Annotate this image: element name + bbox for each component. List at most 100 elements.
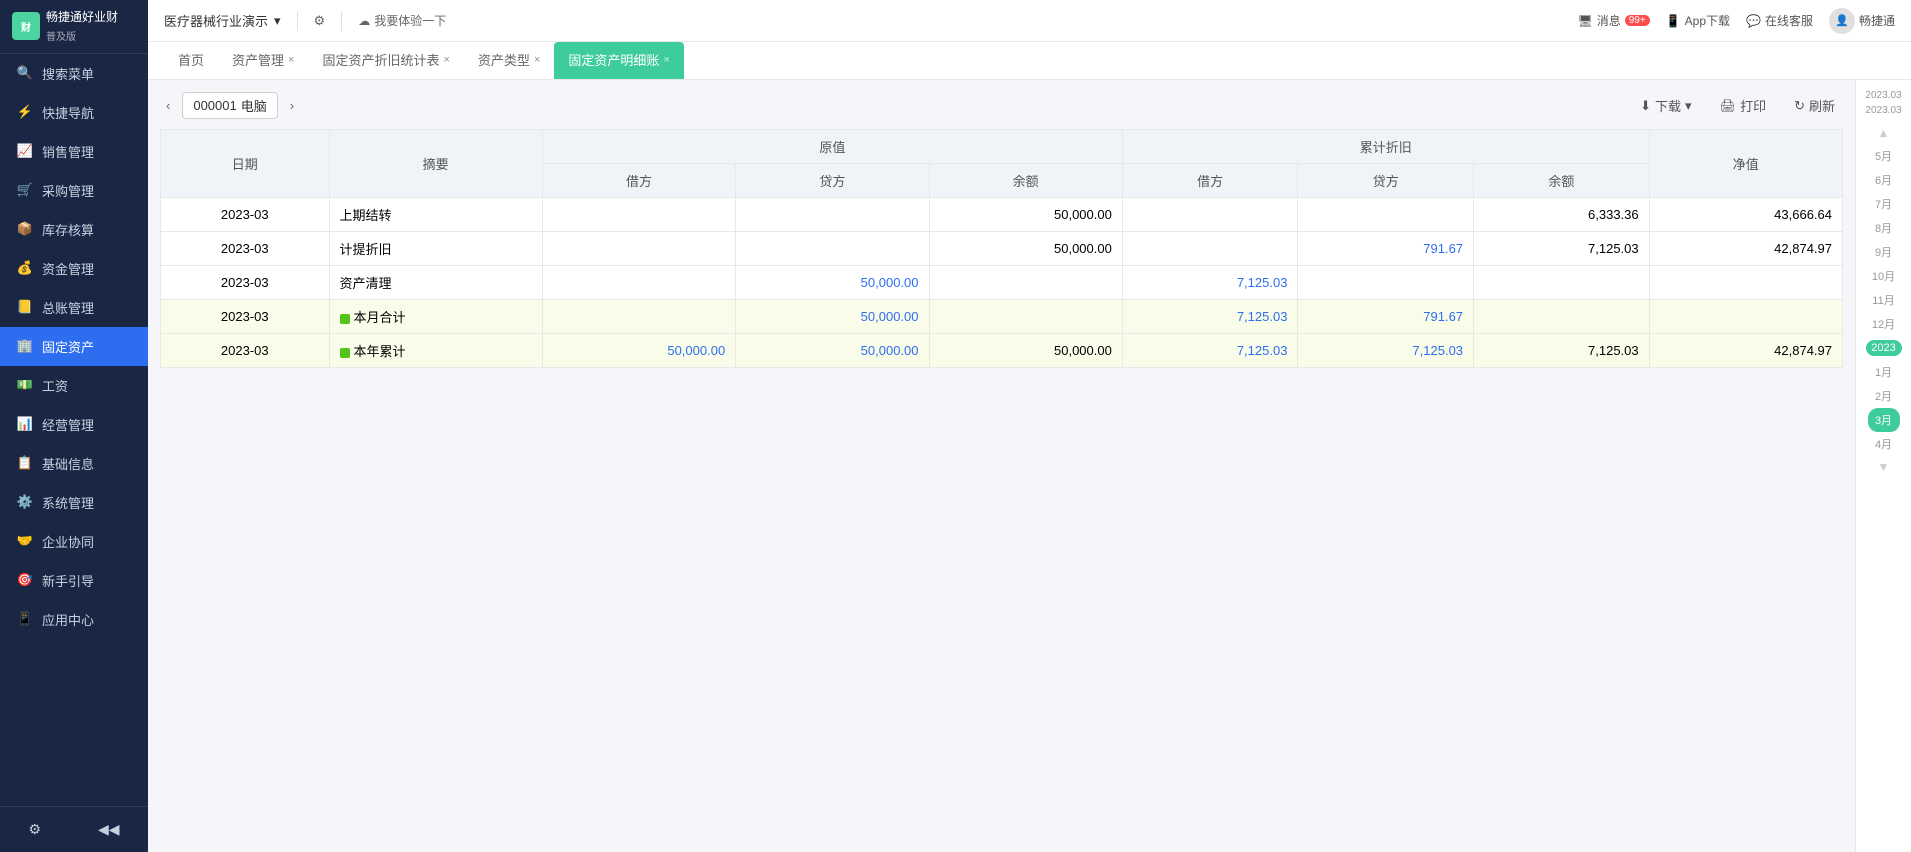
app-logo: 财 畅捷通好业财 普及版 — [0, 0, 148, 54]
cell-date: 2023-03 — [161, 300, 330, 334]
timeline-month[interactable]: 1月 — [1868, 360, 1900, 384]
timeline-month[interactable]: 10月 — [1872, 264, 1895, 288]
sidebar-label-system: 系统管理 — [42, 493, 94, 512]
timeline-month[interactable]: 12月 — [1872, 312, 1895, 336]
sidebar-item-finance[interactable]: 💰资金管理 — [0, 249, 148, 288]
cell-accum-debit — [1122, 198, 1298, 232]
summary-dot — [340, 314, 350, 324]
system-icon: ⚙️ — [16, 493, 34, 511]
settings-button[interactable]: ⚙ — [314, 13, 326, 29]
refresh-button[interactable]: ↻ 刷新 — [1786, 92, 1843, 119]
sidebar-item-purchase[interactable]: 🛒采购管理 — [0, 171, 148, 210]
cell-accum-debit: 7,125.03 — [1122, 334, 1298, 368]
sidebar-item-payroll[interactable]: 💵工资 — [0, 366, 148, 405]
tab-depreciation-close[interactable]: × — [443, 54, 449, 66]
tab-asset-type[interactable]: 资产类型 × — [464, 42, 554, 79]
sidebar-item-operations[interactable]: 📊经营管理 — [0, 405, 148, 444]
message-icon: 🖥 — [1577, 14, 1592, 28]
timeline-month[interactable]: 2月 — [1868, 384, 1900, 408]
sidebar-item-guide[interactable]: 🎯 新手引导 — [0, 561, 148, 600]
search-icon: 🔍 — [16, 64, 34, 82]
guide-icon: 🎯 — [16, 571, 34, 589]
ledger-icon: 📒 — [16, 298, 34, 316]
table-area: ‹ 000001 电脑 › ⬇ 下载 ▾ — [148, 80, 1855, 852]
sidebar: 财 畅捷通好业财 普及版 🔍搜索菜单⚡快捷导航📈销售管理🛒采购管理📦库存核算💰资… — [0, 0, 148, 852]
sidebar-label-operations: 经营管理 — [42, 415, 94, 434]
sidebar-item-inventory[interactable]: 📦库存核算 — [0, 210, 148, 249]
settings-icon[interactable]: ⚙ — [22, 815, 47, 844]
company-name: 医疗器械行业演示 — [164, 11, 268, 30]
timeline-month[interactable]: 4月 — [1868, 432, 1900, 456]
cell-orig-balance: 50,000.00 — [929, 198, 1122, 232]
sidebar-item-system[interactable]: ⚙️ 系统管理 — [0, 483, 148, 522]
tab-depreciation-stat[interactable]: 固定资产折旧统计表 × — [308, 42, 463, 79]
app-download-button[interactable]: 📱 App下载 — [1666, 12, 1730, 29]
online-service-label: 在线客服 — [1765, 12, 1813, 29]
tab-asset-mgmt-close[interactable]: × — [288, 54, 294, 66]
refresh-icon: ↻ — [1794, 98, 1805, 114]
sidebar-item-quick-nav[interactable]: ⚡快捷导航 — [0, 93, 148, 132]
cell-date: 2023-03 — [161, 266, 330, 300]
sidebar-label-sales: 销售管理 — [42, 142, 94, 161]
divider-2 — [341, 11, 342, 31]
experience-button[interactable]: ☁ 我要体验一下 — [358, 12, 446, 29]
tab-asset-type-close[interactable]: × — [534, 54, 540, 66]
sidebar-label-finance: 资金管理 — [42, 259, 94, 278]
tab-home[interactable]: 首页 — [164, 42, 218, 79]
download-button[interactable]: ⬇ 下载 ▾ — [1632, 92, 1699, 119]
sidebar-item-basics[interactable]: 📋基础信息 — [0, 444, 148, 483]
message-button[interactable]: 🖥 消息 99+ — [1577, 12, 1649, 29]
collapse-icon[interactable]: ◀◀ — [92, 815, 126, 844]
sidebar-item-ledger[interactable]: 📒总账管理 — [0, 288, 148, 327]
user-menu[interactable]: 👤 畅捷通 — [1829, 8, 1895, 34]
cell-orig-credit — [736, 198, 929, 232]
tab-asset-mgmt[interactable]: 资产管理 × — [218, 42, 308, 79]
print-button[interactable]: 🖨 打印 — [1712, 92, 1775, 119]
timeline-month[interactable]: 11月 — [1872, 288, 1895, 312]
online-service-button[interactable]: 💬 在线客服 — [1746, 12, 1813, 29]
timeline-month[interactable]: 9月 — [1872, 240, 1895, 264]
table-row: 2023-03 本月合计 50,000.00 7,125.03 791.67 — [161, 300, 1843, 334]
timeline-month[interactable]: 8月 — [1872, 216, 1895, 240]
sidebar-label-guide: 新手引导 — [42, 571, 94, 590]
message-label: 消息 — [1597, 12, 1621, 29]
prev-asset-button[interactable]: ‹ — [160, 95, 176, 116]
summary-dot — [340, 348, 350, 358]
logo-icon: 财 — [12, 12, 40, 40]
tab-asset-detail[interactable]: 固定资产明细账 × — [554, 42, 683, 79]
col-date: 日期 — [161, 130, 330, 198]
sidebar-item-fixed-assets[interactable]: 🏢固定资产 — [0, 327, 148, 366]
apps-icon: 📱 — [16, 610, 34, 628]
sidebar-item-sales[interactable]: 📈销售管理 — [0, 132, 148, 171]
cell-date: 2023-03 — [161, 232, 330, 266]
cell-accum-credit — [1298, 266, 1474, 300]
sidebar-item-collab[interactable]: 🤝企业协同 — [0, 522, 148, 561]
timeline-up-arrow[interactable]: ▲ — [1874, 122, 1894, 144]
timeline-month[interactable]: 6月 — [1872, 168, 1895, 192]
cell-accum-debit: 7,125.03 — [1122, 266, 1298, 300]
timeline-month[interactable]: 7月 — [1872, 192, 1895, 216]
sidebar-item-search[interactable]: 🔍搜索菜单 — [0, 54, 148, 93]
cell-accum-debit: 7,125.03 — [1122, 300, 1298, 334]
next-asset-button[interactable]: › — [284, 95, 300, 116]
timeline-month[interactable]: 5月 — [1872, 144, 1895, 168]
sidebar-item-apps[interactable]: 📱 应用中心 — [0, 600, 148, 639]
company-selector[interactable]: 医疗器械行业演示 ▾ — [164, 11, 281, 30]
timeline-down-arrow[interactable]: ▼ — [1874, 456, 1894, 478]
download-dropdown-icon: ▾ — [1685, 98, 1692, 114]
cell-orig-balance: 50,000.00 — [929, 232, 1122, 266]
cell-orig-credit — [736, 232, 929, 266]
table-row: 2023-03 资产清理 50,000.00 7,125.03 — [161, 266, 1843, 300]
payroll-icon: 💵 — [16, 376, 34, 394]
tab-asset-type-label: 资产类型 — [478, 50, 530, 69]
sidebar-label-apps: 应用中心 — [42, 610, 94, 629]
col-orig-value-group: 原值 — [542, 130, 1122, 164]
timeline-month[interactable]: 3月 — [1868, 408, 1900, 432]
tab-asset-detail-close[interactable]: × — [663, 54, 669, 66]
tab-asset-detail-label: 固定资产明细账 — [568, 50, 659, 69]
col-net-value: 净值 — [1649, 130, 1842, 198]
timeline-panel: 2023.03 2023.03 ▲ 5月6月7月8月9月10月11月12月 20… — [1855, 80, 1911, 852]
app-version: 普及版 — [46, 28, 118, 43]
col-orig-credit: 贷方 — [736, 164, 929, 198]
basics-icon: 📋 — [16, 454, 34, 472]
